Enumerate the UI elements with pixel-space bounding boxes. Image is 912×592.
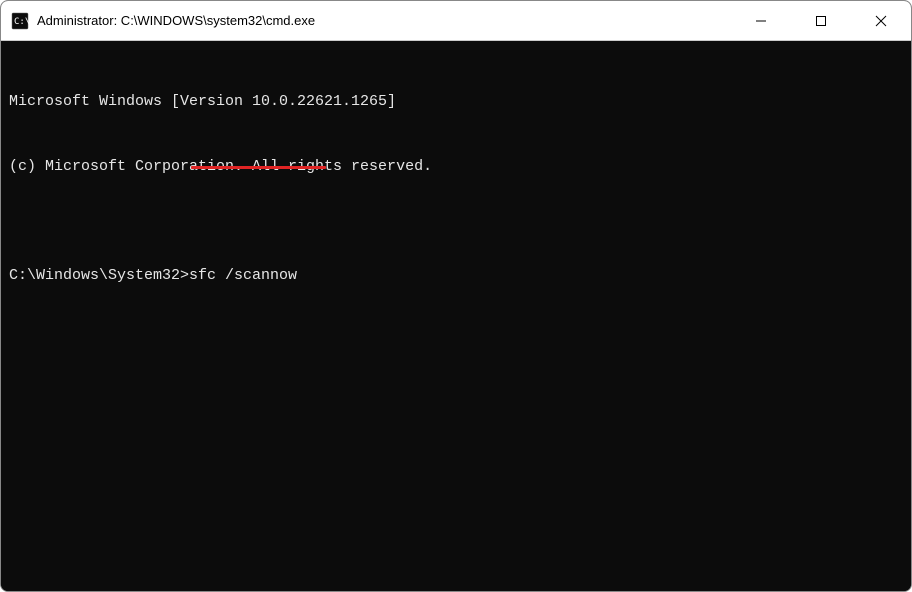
svg-text:C:\: C:\	[14, 17, 29, 27]
maximize-button[interactable]	[791, 1, 851, 40]
cmd-icon: C:\	[11, 12, 29, 30]
prompt-line: C:\Windows\System32>sfc /scannow	[9, 265, 903, 287]
window-controls	[731, 1, 911, 40]
copyright-line: (c) Microsoft Corporation. All rights re…	[9, 156, 903, 178]
terminal-area[interactable]: Microsoft Windows [Version 10.0.22621.12…	[1, 41, 911, 591]
red-underline-annotation	[191, 166, 326, 169]
window-title: Administrator: C:\WINDOWS\system32\cmd.e…	[37, 13, 315, 28]
minimize-icon	[755, 15, 767, 27]
cmd-window: C:\ Administrator: C:\WINDOWS\system32\c…	[0, 0, 912, 592]
maximize-icon	[815, 15, 827, 27]
prompt-text: C:\Windows\System32>	[9, 267, 189, 284]
version-line: Microsoft Windows [Version 10.0.22621.12…	[9, 91, 903, 113]
minimize-button[interactable]	[731, 1, 791, 40]
close-icon	[875, 15, 887, 27]
titlebar[interactable]: C:\ Administrator: C:\WINDOWS\system32\c…	[1, 1, 911, 41]
command-text: sfc /scannow	[189, 267, 297, 284]
close-button[interactable]	[851, 1, 911, 40]
